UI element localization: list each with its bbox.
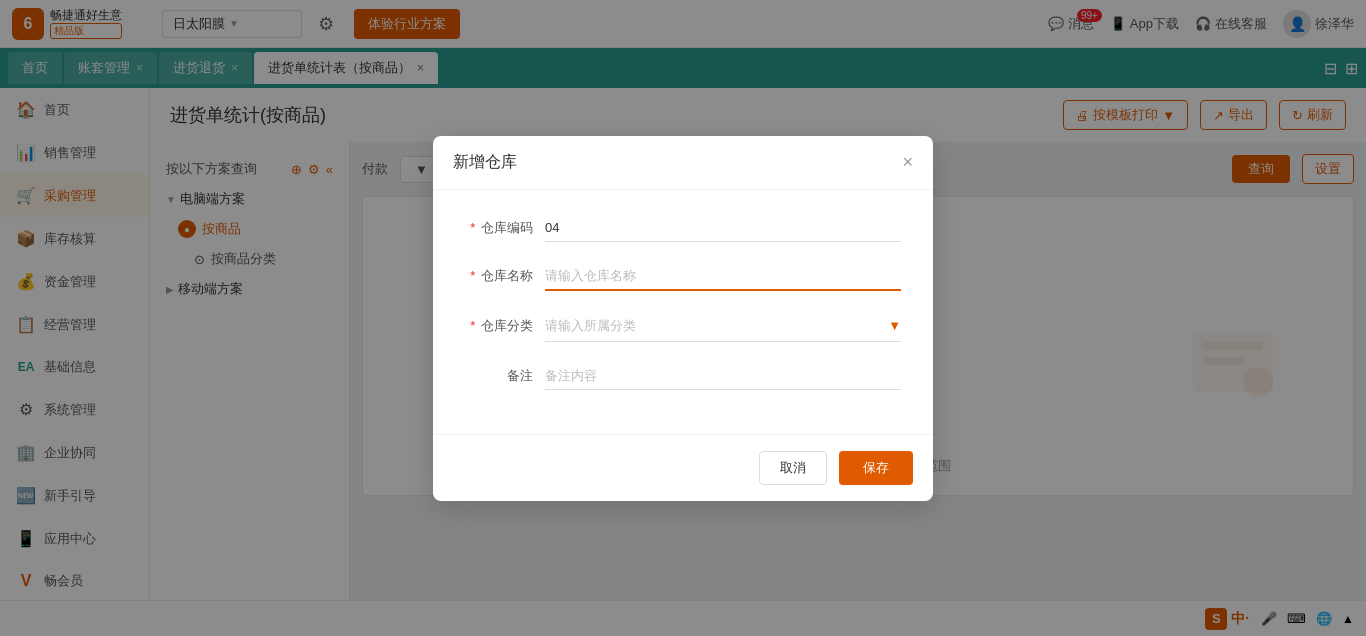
new-warehouse-dialog: 新增仓库 × 仓库编码 仓库名称 仓库分类: [433, 136, 933, 501]
dialog-title: 新增仓库: [453, 152, 517, 173]
code-input[interactable]: [545, 214, 901, 242]
category-select[interactable]: 请输入所属分类 ▼: [545, 311, 901, 342]
form-row-name: 仓库名称: [465, 262, 901, 291]
dialog-body: 仓库编码 仓库名称 仓库分类 请输入所属分类 ▼: [433, 190, 933, 434]
name-label: 仓库名称: [465, 267, 545, 285]
name-input[interactable]: [545, 262, 901, 291]
modal-overlay: 新增仓库 × 仓库编码 仓库名称 仓库分类: [0, 0, 1366, 636]
dialog-header: 新增仓库 ×: [433, 136, 933, 190]
code-label: 仓库编码: [465, 219, 545, 237]
note-label: 备注: [465, 367, 545, 385]
category-chevron-icon: ▼: [888, 318, 901, 333]
cancel-button[interactable]: 取消: [759, 451, 827, 485]
dialog-footer: 取消 保存: [433, 434, 933, 501]
form-row-category: 仓库分类 请输入所属分类 ▼: [465, 311, 901, 342]
form-row-note: 备注: [465, 362, 901, 390]
category-placeholder: 请输入所属分类: [545, 317, 636, 335]
save-button[interactable]: 保存: [839, 451, 913, 485]
category-label: 仓库分类: [465, 317, 545, 335]
note-input[interactable]: [545, 362, 901, 390]
form-row-code: 仓库编码: [465, 214, 901, 242]
dialog-close-icon[interactable]: ×: [902, 152, 913, 173]
